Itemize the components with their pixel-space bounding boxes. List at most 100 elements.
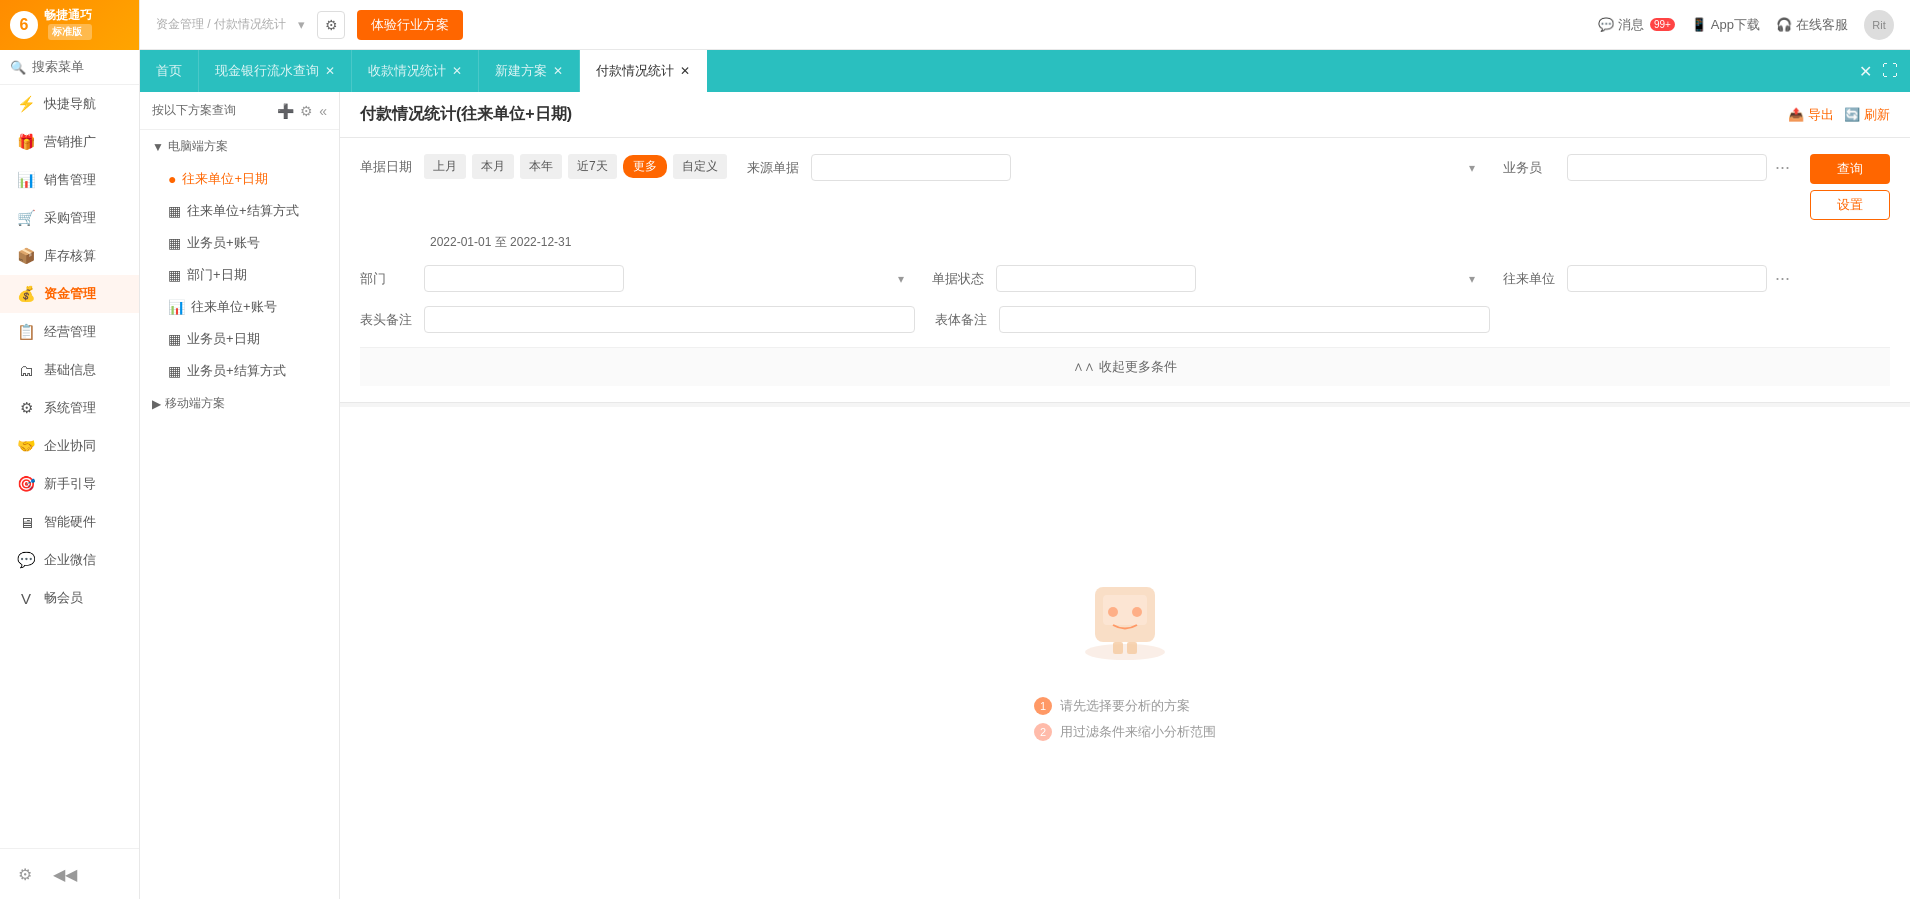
mobile-scheme-group: ▶ 移动端方案 <box>140 387 339 420</box>
tab-receipt-close[interactable]: ✕ <box>452 64 462 78</box>
scheme-item-unit-date[interactable]: ● 往来单位+日期 <box>140 163 339 195</box>
voucher-status-label: 单据状态 <box>932 270 988 288</box>
date-btn-more[interactable]: 更多 <box>623 155 667 178</box>
tab-bank[interactable]: 现金银行流水查询 ✕ <box>199 50 352 92</box>
table-icon4: ▦ <box>168 331 181 347</box>
notification-button[interactable]: 💬 消息 99+ <box>1598 16 1675 34</box>
export-button[interactable]: 📤 导出 <box>1788 106 1834 124</box>
date-range-text: 2022-01-01 至 2022-12-31 <box>430 235 571 249</box>
counterpart-input[interactable] <box>1567 265 1767 292</box>
date-btn-last-month[interactable]: 上月 <box>424 154 466 179</box>
trial-button[interactable]: 体验行业方案 <box>357 10 463 40</box>
refresh-button[interactable]: 🔄 刷新 <box>1844 106 1890 124</box>
page-header-actions: 📤 导出 🔄 刷新 <box>1788 106 1890 124</box>
sidebar-item-marketing[interactable]: 🎁 营销推广 <box>0 123 139 161</box>
member-icon: V <box>16 590 36 607</box>
query-button[interactable]: 查询 <box>1810 154 1890 184</box>
department-select[interactable] <box>424 265 624 292</box>
tab-new-scheme-close[interactable]: ✕ <box>553 64 563 78</box>
right-content: 付款情况统计(往来单位+日期) 📤 导出 🔄 刷新 <box>340 92 1910 899</box>
app-name: 畅捷通巧 <box>44 7 92 24</box>
tab-close-all-icon[interactable]: ✕ <box>1859 62 1872 81</box>
page-title: 付款情况统计(往来单位+日期) <box>360 104 572 125</box>
empty-tip-1: 1 请先选择要分析的方案 <box>1034 697 1216 715</box>
weixin-icon: 💬 <box>16 551 36 569</box>
collapse-arrow-icon: ▼ <box>152 140 164 154</box>
scheme-item-dept-date[interactable]: ▦ 部门+日期 <box>140 259 339 291</box>
tabs-bar: 首页 现金银行流水查询 ✕ 收款情况统计 ✕ 新建方案 ✕ 付款情况统计 ✕ ✕… <box>140 50 1910 92</box>
sidebar-item-member[interactable]: V 畅会员 <box>0 579 139 617</box>
scheme-settings-button[interactable]: ⚙ <box>300 103 313 119</box>
dropdown-arrow[interactable]: ▾ <box>298 17 305 32</box>
staff-dots-button[interactable]: ··· <box>1775 157 1790 178</box>
filter-settings-button[interactable]: 设置 <box>1810 190 1890 220</box>
sidebar-item-weixin[interactable]: 💬 企业微信 <box>0 541 139 579</box>
scheme-item-unit-account[interactable]: 📊 往来单位+账号 <box>140 291 339 323</box>
svg-point-3 <box>1108 607 1118 617</box>
date-btn-custom[interactable]: 自定义 <box>673 154 727 179</box>
sidebar-item-guide[interactable]: 🎯 新手引导 <box>0 465 139 503</box>
scheme-item-staff-settle[interactable]: ▦ 业务员+结算方式 <box>140 355 339 387</box>
sidebar-item-fund[interactable]: 💰 资金管理 <box>0 275 139 313</box>
source-select[interactable] <box>811 154 1011 181</box>
tab-payment-close[interactable]: ✕ <box>680 64 690 78</box>
counterpart-dots-button[interactable]: ··· <box>1775 268 1790 289</box>
svg-rect-5 <box>1113 642 1123 654</box>
collapse-arrow-up: ∧∧ <box>1073 359 1099 374</box>
sidebar-item-enterprise[interactable]: 🤝 企业协同 <box>0 427 139 465</box>
dept-filter-label: 部门 <box>360 270 416 288</box>
sidebar-item-purchase[interactable]: 🛒 采购管理 <box>0 199 139 237</box>
sidebar-item-sales[interactable]: 📊 销售管理 <box>0 161 139 199</box>
add-scheme-button[interactable]: ➕ <box>277 103 294 119</box>
body-note-input[interactable] <box>999 306 1490 333</box>
staff-input[interactable] <box>1567 154 1767 181</box>
collapse-more-button[interactable]: ∧∧ 收起更多条件 <box>360 347 1890 386</box>
sidebar-collapse-button[interactable]: ◀◀ <box>50 859 80 889</box>
sidebar-item-inventory[interactable]: 📦 库存核算 <box>0 237 139 275</box>
scheme-collapse-button[interactable]: « <box>319 103 327 119</box>
desktop-scheme-group-title[interactable]: ▼ 电脑端方案 <box>140 130 339 163</box>
sidebar-item-hardware[interactable]: 🖥 智能硬件 <box>0 503 139 541</box>
search-menu[interactable]: 🔍 搜索菜单 <box>0 50 139 85</box>
scheme-item-unit-settle[interactable]: ▦ 往来单位+结算方式 <box>140 195 339 227</box>
desktop-scheme-group: ▼ 电脑端方案 ● 往来单位+日期 ▦ 往来单位+结算方式 ▦ 业务员+账号 ▦ <box>140 130 339 387</box>
phone-icon: 📱 <box>1691 17 1707 32</box>
empty-state: 1 请先选择要分析的方案 2 用过滤条件来缩小分析范围 <box>340 407 1910 899</box>
tab-receipt[interactable]: 收款情况统计 ✕ <box>352 50 479 92</box>
scheme-item-staff-account[interactable]: ▦ 业务员+账号 <box>140 227 339 259</box>
app-download-button[interactable]: 📱 App下载 <box>1691 16 1760 34</box>
online-service-button[interactable]: 🎧 在线客服 <box>1776 16 1848 34</box>
tab-payment[interactable]: 付款情况统计 ✕ <box>580 50 707 92</box>
tab-maximize-icon[interactable]: ⛶ <box>1882 62 1898 80</box>
tabs-controls: ✕ ⛶ <box>1847 50 1910 92</box>
date-btn-this-year[interactable]: 本年 <box>520 154 562 179</box>
sidebar-settings-button[interactable]: ⚙ <box>10 859 40 889</box>
voucher-status-select[interactable] <box>996 265 1196 292</box>
tab-bank-close[interactable]: ✕ <box>325 64 335 78</box>
version-badge: 标准版 <box>48 24 92 40</box>
user-avatar[interactable]: Rit <box>1864 10 1894 40</box>
scheme-panel: 按以下方案查询 ➕ ⚙ « ▼ 电脑端方案 ● 往来单位+日期 ▦ <box>140 92 340 899</box>
sidebar-item-basic[interactable]: 🗂 基础信息 <box>0 351 139 389</box>
tab-home[interactable]: 首页 <box>140 50 199 92</box>
tab-new-scheme[interactable]: 新建方案 ✕ <box>479 50 580 92</box>
date-btn-this-month[interactable]: 本月 <box>472 154 514 179</box>
tab-receipt-label: 收款情况统计 <box>368 62 446 80</box>
topbar-settings-button[interactable]: ⚙ <box>317 11 345 39</box>
enterprise-icon: 🤝 <box>16 437 36 455</box>
tab-home-label: 首页 <box>156 62 182 80</box>
sidebar-item-shortcuts[interactable]: ⚡ 快捷导航 <box>0 85 139 123</box>
notification-label: 消息 <box>1618 16 1644 34</box>
sidebar-item-operation[interactable]: 📋 经营管理 <box>0 313 139 351</box>
empty-tips: 1 请先选择要分析的方案 2 用过滤条件来缩小分析范围 <box>1034 697 1216 749</box>
source-filter-label: 来源单据 <box>747 159 803 177</box>
header-note-input[interactable] <box>424 306 915 333</box>
date-btn-7days[interactable]: 近7天 <box>568 154 617 179</box>
topbar-actions: 💬 消息 99+ 📱 App下载 🎧 在线客服 Rit <box>1598 10 1894 40</box>
scheme-item-staff-date[interactable]: ▦ 业务员+日期 <box>140 323 339 355</box>
sidebar-item-label: 智能硬件 <box>44 513 96 531</box>
sidebar-item-label: 基础信息 <box>44 361 96 379</box>
sales-icon: 📊 <box>16 171 36 189</box>
mobile-scheme-group-title[interactable]: ▶ 移动端方案 <box>140 387 339 420</box>
sidebar-item-system[interactable]: ⚙ 系统管理 <box>0 389 139 427</box>
